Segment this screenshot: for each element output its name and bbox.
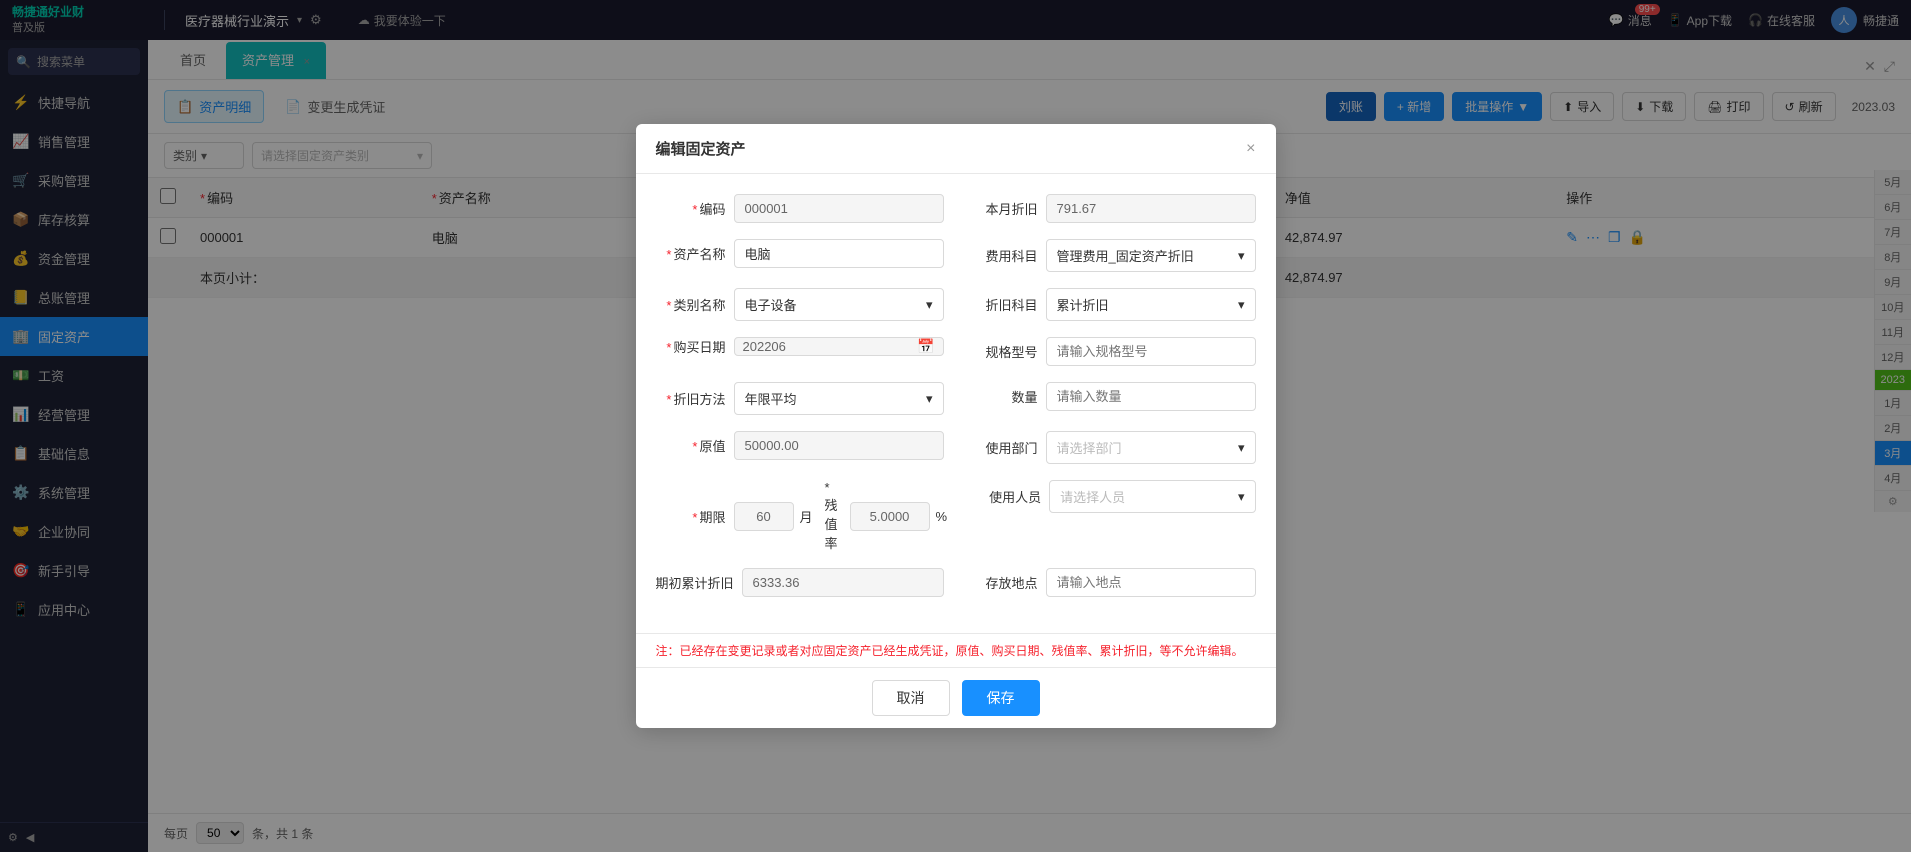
form-item-period-residual: *期限 月 *残值率 % [656,480,948,552]
asset-name-input[interactable] [734,239,944,268]
form-item-dept: 使用部门 请选择部门 ▾ [968,431,1256,464]
form-col-quantity: 数量 [968,382,1256,415]
residual-rate-unit-label: % [936,509,948,524]
dept-chevron-icon: ▾ [1238,440,1245,456]
form-item-dep-account: 折旧科目 累计折旧 ▾ [968,288,1256,321]
form-item-category: *类别名称 电子设备 ▾ [656,288,944,321]
person-select[interactable]: 请选择人员 ▾ [1049,480,1255,513]
category-chevron-icon: ▾ [926,297,933,313]
person-label: 使用人员 [971,487,1041,506]
spec-model-input[interactable] [1046,337,1256,366]
form-item-quantity: 数量 [968,382,1256,411]
form-col-monthly-dep: 本月折旧 [968,194,1256,223]
form-item-expense-account: 费用科目 管理费用_固定资产折旧 ▾ [968,239,1256,272]
expense-account-chevron-icon: ▾ [1238,248,1245,264]
modal-overlay[interactable]: 编辑固定资产 × *编码 本月折旧 [0,0,1911,852]
form-row-4: *购买日期 202206 📅 规格型号 [656,337,1256,366]
modal-close-icon[interactable]: × [1246,140,1255,158]
initial-dep-label: 期初累计折旧 [656,573,734,592]
quantity-input[interactable] [1046,382,1256,411]
form-col-dept: 使用部门 请选择部门 ▾ [968,431,1256,464]
form-item-asset-name: *资产名称 [656,239,944,268]
form-item-dep-method: *折旧方法 年限平均 ▾ [656,382,944,415]
expense-account-label: 费用科目 [968,246,1038,265]
modal-body: *编码 本月折旧 *资产名称 [636,174,1276,633]
form-col-dep-method: *折旧方法 年限平均 ▾ [656,382,944,415]
save-button[interactable]: 保存 [962,680,1040,716]
form-col-asset-name: *资产名称 [656,239,944,272]
modal-footer: 取消 保存 [636,667,1276,728]
form-col-category: *类别名称 电子设备 ▾ [656,288,944,321]
dept-label: 使用部门 [968,438,1038,457]
form-col-original-value: *原值 [656,431,944,464]
form-item-purchase-date: *购买日期 202206 📅 [656,337,944,356]
dep-account-select[interactable]: 累计折旧 ▾ [1046,288,1256,321]
form-row-3: *类别名称 电子设备 ▾ 折旧科目 累计折旧 ▾ [656,288,1256,321]
edit-asset-modal: 编辑固定资产 × *编码 本月折旧 [636,124,1276,728]
spec-model-label: 规格型号 [968,342,1038,361]
original-value-label: *原值 [656,436,726,455]
calendar-icon[interactable]: 📅 [917,338,934,355]
form-item-original-value: *原值 [656,431,944,460]
residual-rate-label-inline: *残值率 [825,480,838,552]
modal-note: 注：已经存在变更记录或者对应固定资产已经生成凭证，原值、购买日期、残值率、累计折… [636,633,1276,667]
dep-account-label: 折旧科目 [968,295,1038,314]
period-input[interactable] [734,502,794,531]
form-col-spec-model: 规格型号 [968,337,1256,366]
dept-select[interactable]: 请选择部门 ▾ [1046,431,1256,464]
category-label: *类别名称 [656,295,726,314]
purchase-date-field[interactable]: 202206 📅 [734,337,944,356]
form-row-8: 期初累计折旧 存放地点 [656,568,1256,597]
dep-account-chevron-icon: ▾ [1238,297,1245,313]
cancel-button[interactable]: 取消 [872,680,950,716]
code-label: *编码 [656,199,726,218]
form-item-location: 存放地点 [968,568,1256,597]
form-col-purchase-date: *购买日期 202206 📅 [656,337,944,366]
form-col-initial-dep: 期初累计折旧 [656,568,944,597]
form-item-spec-model: 规格型号 [968,337,1256,366]
monthly-dep-input[interactable] [1046,194,1256,223]
form-col-person: 使用人员 请选择人员 ▾ [971,480,1255,552]
initial-dep-input[interactable] [742,568,944,597]
person-chevron-icon: ▾ [1238,489,1245,505]
form-row-1: *编码 本月折旧 [656,194,1256,223]
form-row-7: *期限 月 *残值率 % 使用人员 请选择人员 [656,480,1256,552]
form-col-expense-account: 费用科目 管理费用_固定资产折旧 ▾ [968,239,1256,272]
residual-rate-input[interactable] [850,502,930,531]
form-col-code: *编码 [656,194,944,223]
period-residual-group: 月 *残值率 % [734,480,948,552]
category-select[interactable]: 电子设备 ▾ [734,288,944,321]
form-col-period-residual: *期限 月 *残值率 % [656,480,948,552]
form-col-dep-account: 折旧科目 累计折旧 ▾ [968,288,1256,321]
asset-name-label: *资产名称 [656,244,726,263]
quantity-label: 数量 [968,387,1038,406]
monthly-dep-label: 本月折旧 [968,199,1038,218]
code-input[interactable] [734,194,944,223]
modal-header: 编辑固定资产 × [636,124,1276,174]
location-input[interactable] [1046,568,1256,597]
form-row-6: *原值 使用部门 请选择部门 ▾ [656,431,1256,464]
form-col-location: 存放地点 [968,568,1256,597]
dep-method-chevron-icon: ▾ [926,391,933,407]
period-unit-label: 月 [800,507,813,526]
purchase-date-label: *购买日期 [656,337,726,356]
form-row-5: *折旧方法 年限平均 ▾ 数量 [656,382,1256,415]
dep-method-select[interactable]: 年限平均 ▾ [734,382,944,415]
form-item-person: 使用人员 请选择人员 ▾ [971,480,1255,513]
form-item-initial-dep: 期初累计折旧 [656,568,944,597]
original-value-input[interactable] [734,431,944,460]
location-label: 存放地点 [968,573,1038,592]
period-label: *期限 [656,507,726,526]
form-item-code: *编码 [656,194,944,223]
expense-account-select[interactable]: 管理费用_固定资产折旧 ▾ [1046,239,1256,272]
modal-title: 编辑固定资产 [656,138,746,159]
form-item-monthly-dep: 本月折旧 [968,194,1256,223]
dep-method-label: *折旧方法 [656,389,726,408]
form-row-2: *资产名称 费用科目 管理费用_固定资产折旧 ▾ [656,239,1256,272]
purchase-date-value: 202206 [743,339,918,354]
